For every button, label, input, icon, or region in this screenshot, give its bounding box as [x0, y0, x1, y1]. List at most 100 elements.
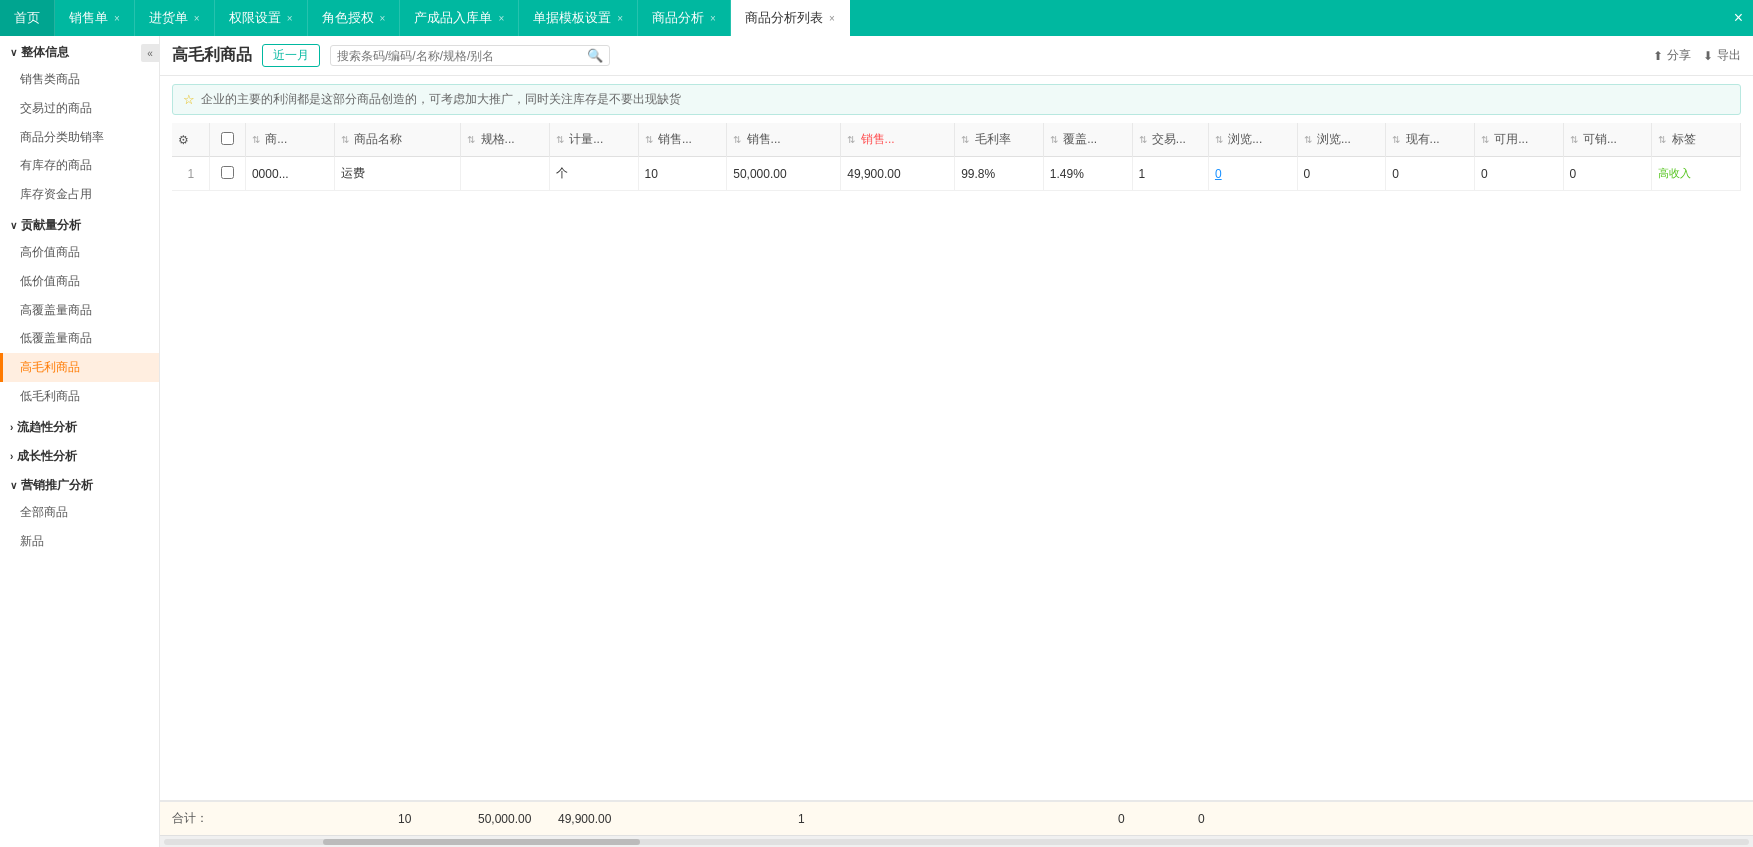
main-layout: « ∨ 整体信息 销售类商品 交易过的商品 商品分类助销率 有库存的商品 库存资…: [0, 36, 1753, 847]
sidebar-item-new-products[interactable]: 新品: [0, 527, 159, 556]
col-settings[interactable]: ⚙: [172, 123, 210, 157]
settings-icon[interactable]: ⚙: [178, 133, 189, 147]
group-arrow-overall: ∨: [10, 47, 17, 58]
col-sales-qty[interactable]: ⇅ 销售...: [638, 123, 727, 157]
share-button[interactable]: ⬆ 分享: [1653, 47, 1691, 64]
footer-cell-transactions: 1: [792, 812, 872, 826]
nav-purchase-close[interactable]: ×: [194, 13, 200, 24]
sidebar-item-sales-products[interactable]: 销售类商品: [0, 65, 159, 94]
group-arrow-marketing: ∨: [10, 480, 17, 491]
col-sellable[interactable]: ⇅ 可销...: [1563, 123, 1652, 157]
top-navigation: 首页 销售单 × 进货单 × 权限设置 × 角色授权 × 产成品入库单 × 单据…: [0, 0, 1753, 36]
sidebar-item-high-coverage[interactable]: 高覆盖量商品: [0, 296, 159, 325]
nav-sales-close[interactable]: ×: [114, 13, 120, 24]
sidebar-item-category-rate[interactable]: 商品分类助销率: [0, 123, 159, 152]
sort-icon-code: ⇅: [252, 134, 260, 145]
nav-product-inbound[interactable]: 产成品入库单 ×: [400, 0, 519, 36]
group-arrow-growth: ›: [10, 451, 13, 462]
row-current-stock: 0: [1386, 157, 1475, 191]
export-button[interactable]: ⬇ 导出: [1703, 47, 1741, 64]
col-transactions[interactable]: ⇅ 交易...: [1132, 123, 1208, 157]
nav-template-close[interactable]: ×: [617, 13, 623, 24]
sidebar-group-marketing[interactable]: ∨ 营销推广分析: [0, 469, 159, 498]
row-unit: 个: [549, 157, 638, 191]
sort-icon-sales-amount: ⇅: [733, 134, 741, 145]
col-unit[interactable]: ⇅ 计量...: [549, 123, 638, 157]
col-name[interactable]: ⇅ 商品名称: [334, 123, 461, 157]
nav-product-inbound-close[interactable]: ×: [498, 13, 504, 24]
sidebar-group-overall[interactable]: ∨ 整体信息: [0, 36, 159, 65]
col-spec[interactable]: ⇅ 规格...: [461, 123, 550, 157]
row-spec: [461, 157, 550, 191]
sidebar-item-traded-products[interactable]: 交易过的商品: [0, 94, 159, 123]
content-area: 高毛利商品 近一月 🔍 ⬆ 分享 ⬇ 导出 ☆ 企业的主要的利润都是这部分商品创…: [160, 36, 1753, 847]
sidebar-group-contribution[interactable]: ∨ 贡献量分析: [0, 209, 159, 238]
col-coverage[interactable]: ⇅ 覆盖...: [1043, 123, 1132, 157]
nav-sales[interactable]: 销售单 ×: [55, 0, 135, 36]
footer-cell-empty1: [632, 812, 712, 826]
nav-home[interactable]: 首页: [0, 0, 55, 36]
col-checkbox[interactable]: [210, 123, 245, 157]
sidebar-item-in-stock[interactable]: 有库存的商品: [0, 151, 159, 180]
nav-permissions[interactable]: 权限设置 ×: [215, 0, 308, 36]
col-code[interactable]: ⇅ 商...: [245, 123, 334, 157]
nav-purchase[interactable]: 进货单 ×: [135, 0, 215, 36]
sidebar-item-stock-capital[interactable]: 库存资金占用: [0, 180, 159, 209]
sort-icon-sales-qty: ⇅: [645, 134, 653, 145]
col-tag[interactable]: ⇅ 标签: [1652, 123, 1741, 157]
sidebar-item-high-value[interactable]: 高价值商品: [0, 238, 159, 267]
footer-totals: 合计： 10 50,000.00 49,900.00 1 0 0: [160, 800, 1753, 835]
sort-icon-gross-rate: ⇅: [961, 134, 969, 145]
row-sellable: 0: [1563, 157, 1652, 191]
row-tag: 高收入: [1652, 157, 1741, 191]
search-input[interactable]: [337, 49, 587, 63]
scrollbar-thumb[interactable]: [323, 839, 640, 845]
nav-roles[interactable]: 角色授权 ×: [308, 0, 401, 36]
nav-permissions-close[interactable]: ×: [287, 13, 293, 24]
footer-cell-sellable: 0: [1192, 812, 1272, 826]
row-checkbox[interactable]: [221, 166, 234, 179]
page-title: 高毛利商品: [172, 45, 252, 66]
row-num: 1: [172, 157, 210, 191]
select-all-checkbox[interactable]: [221, 132, 234, 145]
sort-icon-spec: ⇅: [467, 134, 475, 145]
nav-roles-close[interactable]: ×: [380, 13, 386, 24]
row-name: 运费: [334, 157, 461, 191]
sort-icon-name: ⇅: [341, 134, 349, 145]
footer-label: 合计：: [172, 810, 392, 827]
nav-product-analysis-close[interactable]: ×: [710, 13, 716, 24]
col-browse1[interactable]: ⇅ 浏览...: [1208, 123, 1297, 157]
period-button[interactable]: 近一月: [262, 44, 320, 67]
sort-icon-transactions: ⇅: [1139, 134, 1147, 145]
group-arrow-contribution: ∨: [10, 220, 17, 231]
col-gross-rate[interactable]: ⇅ 毛利率: [955, 123, 1044, 157]
nav-product-analysis[interactable]: 商品分析 ×: [638, 0, 731, 36]
nav-product-analysis-list[interactable]: 商品分析列表 ×: [731, 0, 850, 36]
horizontal-scrollbar[interactable]: [160, 835, 1753, 847]
row-browse1[interactable]: 0: [1208, 157, 1297, 191]
sidebar-collapse-button[interactable]: «: [141, 44, 159, 62]
col-sales-amount[interactable]: ⇅ 销售...: [727, 123, 841, 157]
sidebar-item-high-margin[interactable]: 高毛利商品: [0, 353, 159, 382]
col-browse2[interactable]: ⇅ 浏览...: [1297, 123, 1386, 157]
sort-icon-browse1: ⇅: [1215, 134, 1223, 145]
sort-icon-coverage: ⇅: [1050, 134, 1058, 145]
nav-product-analysis-list-close[interactable]: ×: [829, 13, 835, 24]
sidebar-group-growth[interactable]: › 成长性分析: [0, 440, 159, 469]
search-icon[interactable]: 🔍: [587, 48, 603, 63]
sidebar-item-low-coverage[interactable]: 低覆盖量商品: [0, 324, 159, 353]
table-row: 1 0000... 运费 个 10 50,000.00 49,900.00 99…: [172, 157, 1741, 191]
info-banner: ☆ 企业的主要的利润都是这部分商品创造的，可考虑加大推广，同时关注库存是不要出现…: [172, 84, 1741, 115]
sidebar-item-all-products[interactable]: 全部商品: [0, 498, 159, 527]
footer-cells: 10 50,000.00 49,900.00 1 0 0: [392, 812, 1741, 826]
row-checkbox-cell[interactable]: [210, 157, 245, 191]
sidebar-group-trend[interactable]: › 流趋性分析: [0, 411, 159, 440]
sidebar-item-low-margin[interactable]: 低毛利商品: [0, 382, 159, 411]
col-sales-profit[interactable]: ⇅ 销售...: [841, 123, 955, 157]
col-current-stock[interactable]: ⇅ 现有...: [1386, 123, 1475, 157]
content-header: 高毛利商品 近一月 🔍 ⬆ 分享 ⬇ 导出: [160, 36, 1753, 76]
sidebar-item-low-value[interactable]: 低价值商品: [0, 267, 159, 296]
nav-template-settings[interactable]: 单据模板设置 ×: [519, 0, 638, 36]
col-available[interactable]: ⇅ 可用...: [1474, 123, 1563, 157]
window-close-button[interactable]: ×: [1734, 9, 1743, 27]
